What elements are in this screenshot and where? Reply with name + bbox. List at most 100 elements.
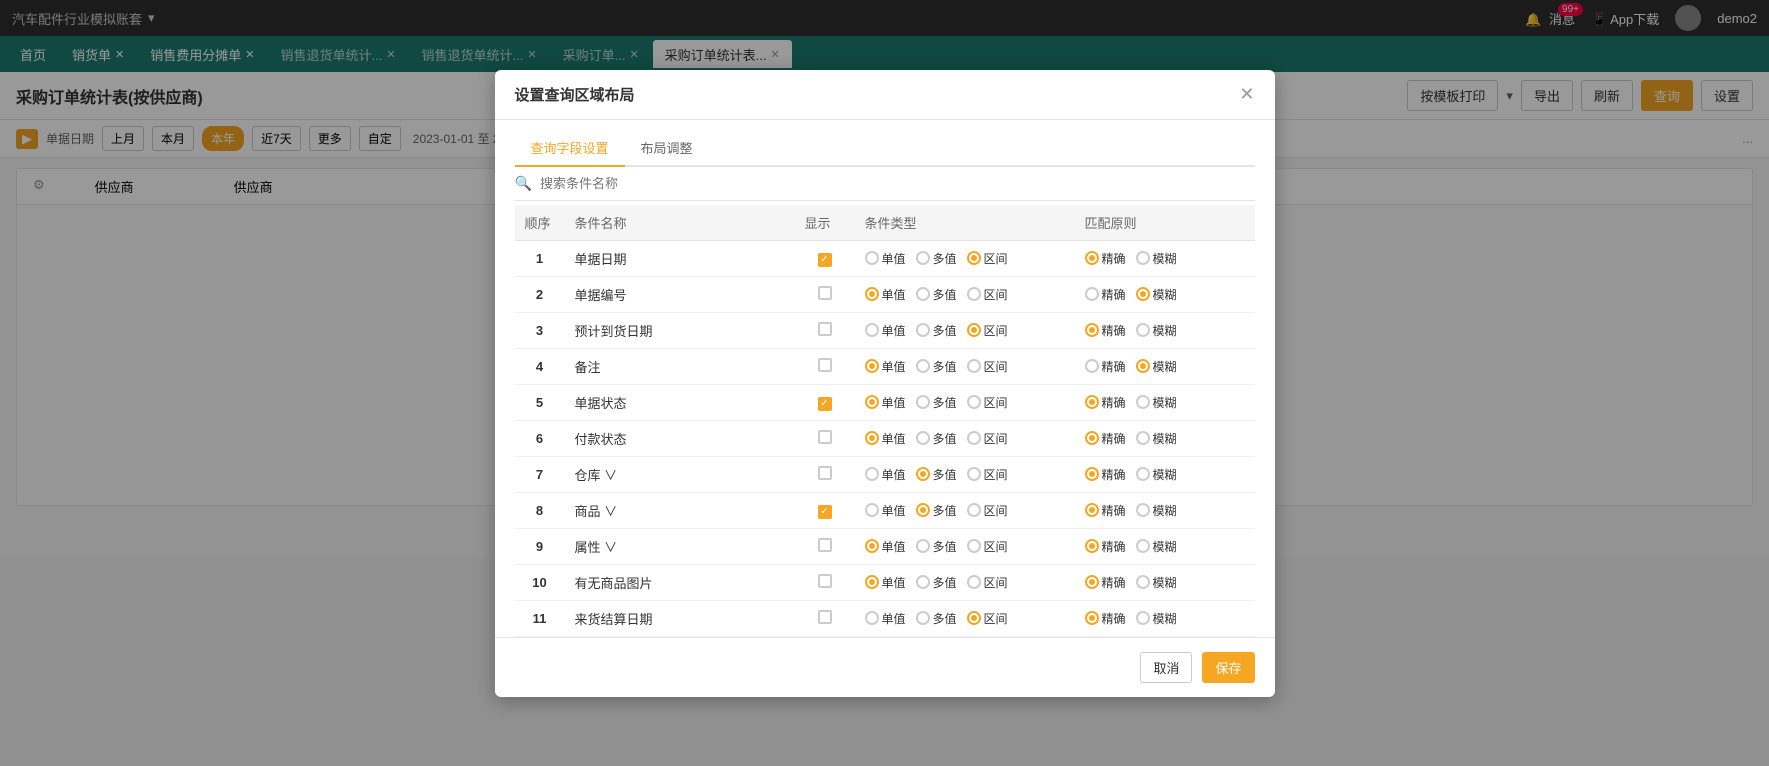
radio-item[interactable]: 单值: [865, 610, 906, 627]
radio-item[interactable]: 单值: [865, 358, 906, 375]
tab-layout[interactable]: 布局调整: [625, 130, 709, 167]
radio-item[interactable]: 精确: [1085, 250, 1126, 267]
radio-item[interactable]: 模糊: [1136, 430, 1177, 447]
radio-item[interactable]: 单值: [865, 430, 906, 447]
radio-item[interactable]: 精确: [1085, 394, 1126, 411]
match-radio-group: 精确模糊: [1085, 538, 1245, 555]
radio-item[interactable]: 模糊: [1136, 250, 1177, 267]
cancel-btn[interactable]: 取消: [1140, 652, 1192, 683]
radio-item[interactable]: 多值: [916, 466, 957, 483]
radio-item[interactable]: 多值: [916, 430, 957, 447]
radio-item[interactable]: 单值: [865, 250, 906, 267]
radio-item[interactable]: 多值: [916, 610, 957, 627]
row-show[interactable]: [795, 384, 855, 420]
radio-item[interactable]: 精确: [1085, 430, 1126, 447]
radio-item[interactable]: 单值: [865, 394, 906, 411]
show-checkbox[interactable]: [818, 322, 832, 336]
type-radio-group: 单值多值区间: [865, 502, 1065, 519]
radio-item[interactable]: 精确: [1085, 286, 1126, 303]
radio-item[interactable]: 区间: [967, 250, 1008, 267]
row-show[interactable]: [795, 240, 855, 276]
save-btn[interactable]: 保存: [1202, 652, 1254, 683]
radio-item[interactable]: 模糊: [1136, 394, 1177, 411]
row-match: 精确模糊: [1075, 600, 1255, 636]
row-show[interactable]: [795, 456, 855, 492]
dialog-close-btn[interactable]: ✕: [1239, 85, 1254, 103]
radio-item[interactable]: 精确: [1085, 574, 1126, 591]
radio-item[interactable]: 模糊: [1136, 502, 1177, 519]
radio-item[interactable]: 模糊: [1136, 358, 1177, 375]
radio-item[interactable]: 单值: [865, 574, 906, 591]
row-show[interactable]: [795, 528, 855, 564]
radio-circle: [865, 575, 879, 589]
show-checkbox[interactable]: [818, 397, 832, 411]
radio-item[interactable]: 区间: [967, 394, 1008, 411]
radio-circle: [1136, 467, 1150, 481]
radio-item[interactable]: 区间: [967, 286, 1008, 303]
radio-label: 单值: [882, 394, 906, 411]
radio-item[interactable]: 区间: [967, 610, 1008, 627]
radio-item[interactable]: 多值: [916, 322, 957, 339]
radio-item[interactable]: 精确: [1085, 358, 1126, 375]
radio-item[interactable]: 多值: [916, 538, 957, 555]
radio-label: 多值: [933, 322, 957, 339]
search-input[interactable]: [540, 176, 1255, 191]
show-checkbox[interactable]: [818, 574, 832, 588]
radio-item[interactable]: 精确: [1085, 502, 1126, 519]
radio-item[interactable]: 精确: [1085, 538, 1126, 555]
radio-item[interactable]: 单值: [865, 466, 906, 483]
radio-item[interactable]: 单值: [865, 538, 906, 555]
match-radio-group: 精确模糊: [1085, 610, 1245, 627]
radio-item[interactable]: 区间: [967, 466, 1008, 483]
radio-item[interactable]: 区间: [967, 322, 1008, 339]
show-checkbox[interactable]: [818, 358, 832, 372]
radio-item[interactable]: 多值: [916, 250, 957, 267]
radio-item[interactable]: 多值: [916, 286, 957, 303]
row-match: 精确模糊: [1075, 456, 1255, 492]
radio-item[interactable]: 模糊: [1136, 286, 1177, 303]
radio-circle: [916, 503, 930, 517]
show-checkbox[interactable]: [818, 430, 832, 444]
radio-item[interactable]: 多值: [916, 358, 957, 375]
radio-label: 区间: [984, 538, 1008, 555]
row-order: 9: [515, 528, 565, 564]
radio-item[interactable]: 区间: [967, 502, 1008, 519]
radio-item[interactable]: 区间: [967, 430, 1008, 447]
row-match: 精确模糊: [1075, 348, 1255, 384]
radio-item[interactable]: 模糊: [1136, 322, 1177, 339]
radio-item[interactable]: 区间: [967, 358, 1008, 375]
show-checkbox[interactable]: [818, 286, 832, 300]
show-checkbox[interactable]: [818, 538, 832, 552]
radio-item[interactable]: 单值: [865, 322, 906, 339]
radio-item[interactable]: 模糊: [1136, 538, 1177, 555]
row-show[interactable]: [795, 600, 855, 636]
radio-item[interactable]: 区间: [967, 574, 1008, 591]
show-checkbox[interactable]: [818, 610, 832, 624]
radio-item[interactable]: 多值: [916, 574, 957, 591]
radio-item[interactable]: 模糊: [1136, 466, 1177, 483]
radio-item[interactable]: 精确: [1085, 610, 1126, 627]
radio-item[interactable]: 单值: [865, 502, 906, 519]
show-checkbox[interactable]: [818, 466, 832, 480]
radio-item[interactable]: 多值: [916, 394, 957, 411]
radio-item[interactable]: 区间: [967, 538, 1008, 555]
radio-item[interactable]: 模糊: [1136, 610, 1177, 627]
radio-item[interactable]: 多值: [916, 502, 957, 519]
row-show[interactable]: [795, 312, 855, 348]
show-checkbox[interactable]: [818, 253, 832, 267]
row-show[interactable]: [795, 348, 855, 384]
show-checkbox[interactable]: [818, 505, 832, 519]
radio-item[interactable]: 单值: [865, 286, 906, 303]
tab-fields[interactable]: 查询字段设置: [515, 130, 625, 167]
row-order: 8: [515, 492, 565, 528]
radio-item[interactable]: 精确: [1085, 322, 1126, 339]
radio-item[interactable]: 精确: [1085, 466, 1126, 483]
row-show[interactable]: [795, 564, 855, 600]
overlay: 设置查询区域布局 ✕ 查询字段设置 布局调整 🔍: [0, 0, 1769, 766]
row-show[interactable]: [795, 276, 855, 312]
radio-label: 单值: [882, 610, 906, 627]
row-show[interactable]: [795, 492, 855, 528]
table-row: 3预计到货日期单值多值区间精确模糊: [515, 312, 1255, 348]
radio-item[interactable]: 模糊: [1136, 574, 1177, 591]
row-show[interactable]: [795, 420, 855, 456]
